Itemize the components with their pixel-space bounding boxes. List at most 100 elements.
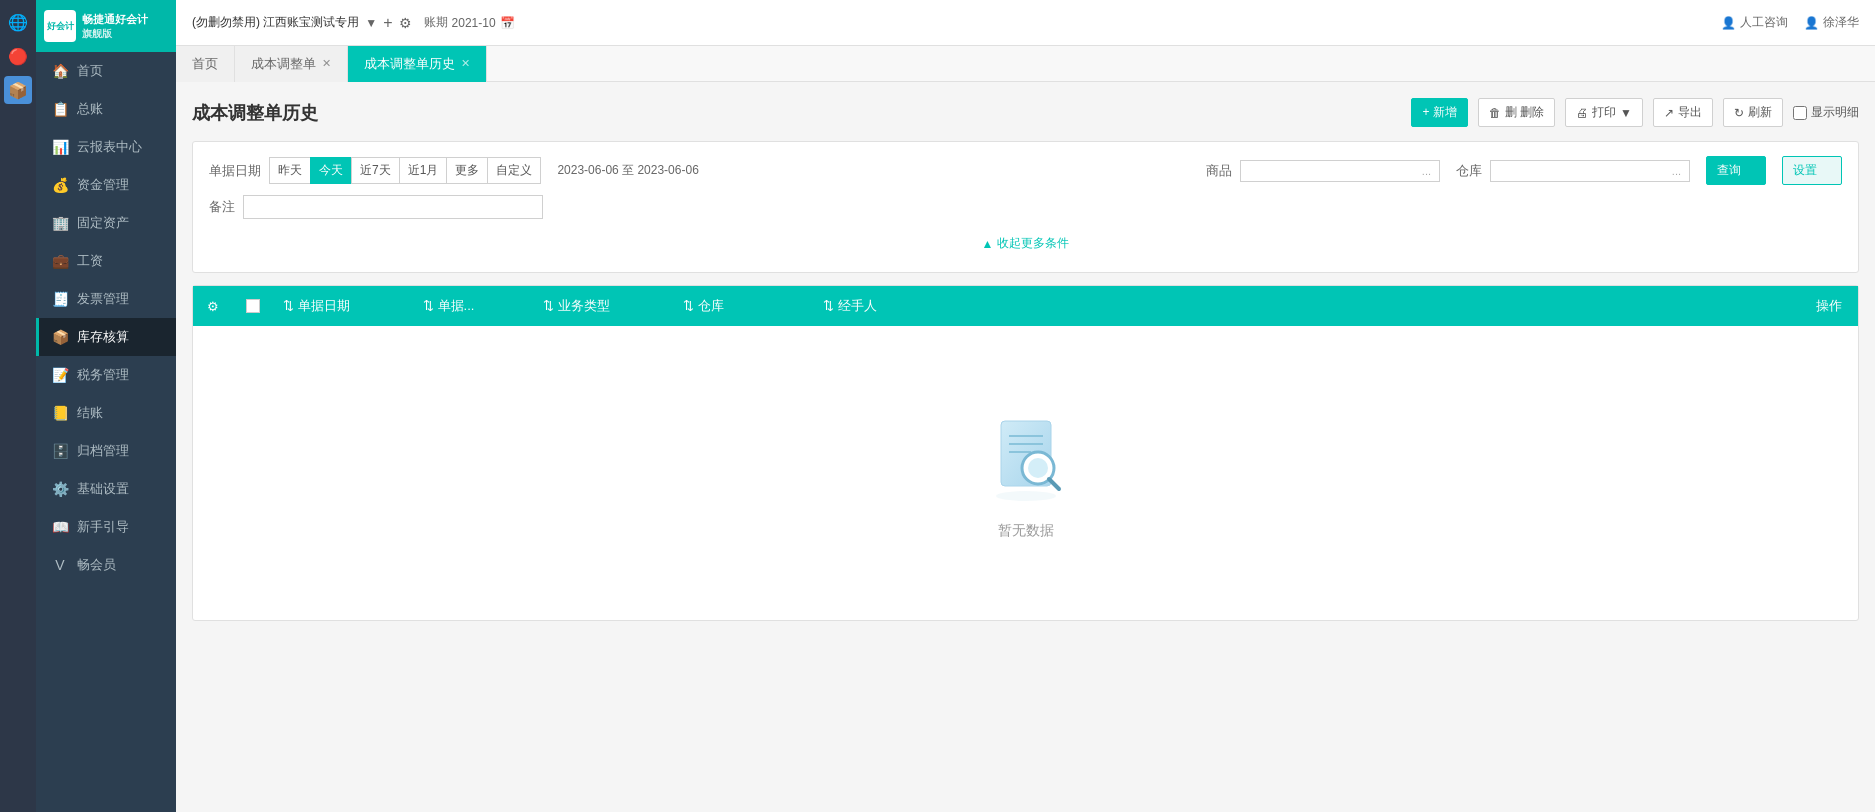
remark-input[interactable] bbox=[243, 195, 543, 219]
col-warehouse[interactable]: ⇅ 仓库 bbox=[673, 297, 813, 315]
select-all-checkbox[interactable] bbox=[246, 299, 260, 313]
sidebar-item-reports[interactable]: 📊云报表中心 bbox=[36, 128, 176, 166]
export-label: 导出 bbox=[1678, 104, 1702, 121]
icon-strip-red[interactable]: 🔴 bbox=[4, 42, 32, 70]
settings-icon[interactable]: ⚙ bbox=[399, 15, 412, 31]
sidebar-item-home[interactable]: 🏠首页 bbox=[36, 52, 176, 90]
sidebar-item-salary[interactable]: 💼工资 bbox=[36, 242, 176, 280]
filter-date: 单据日期 昨天今天近7天近1月更多自定义 bbox=[209, 157, 541, 184]
export-button[interactable]: ↗ 导出 bbox=[1653, 98, 1713, 127]
col-type[interactable]: ⇅ 业务类型 bbox=[533, 297, 673, 315]
nav-icon-guide: 📖 bbox=[51, 519, 69, 535]
col-handler[interactable]: ⇅ 经手人 bbox=[813, 297, 953, 315]
refresh-label: 刷新 bbox=[1748, 104, 1772, 121]
user-service[interactable]: 👤 人工咨询 bbox=[1721, 14, 1788, 31]
logo-icon: 好会计 bbox=[44, 10, 76, 42]
svg-point-0 bbox=[996, 491, 1056, 501]
nav-label-guide: 新手引导 bbox=[77, 518, 129, 536]
service-label: 人工咨询 bbox=[1740, 14, 1788, 31]
sidebar-item-funds[interactable]: 💰资金管理 bbox=[36, 166, 176, 204]
warehouse-select[interactable]: ... bbox=[1490, 160, 1690, 182]
calendar-icon[interactable]: 📅 bbox=[500, 16, 515, 30]
date-btn-4[interactable]: 更多 bbox=[446, 157, 487, 184]
delete-label: 删 删除 bbox=[1505, 104, 1544, 121]
sidebar-nav: 🏠首页📋总账📊云报表中心💰资金管理🏢固定资产💼工资 🧾 发票管理 📦库存核算📝税务管理… bbox=[36, 52, 176, 812]
nav-icon-salary: 💼 bbox=[51, 253, 69, 269]
product-more: ... bbox=[1422, 165, 1431, 177]
sidebar-item-inventory[interactable]: 📦库存核算 bbox=[36, 318, 176, 356]
icon-strip-active[interactable]: 📦 bbox=[4, 76, 32, 104]
refresh-icon: ↻ bbox=[1734, 106, 1744, 120]
sidebar-item-guide[interactable]: 📖 新手引导 bbox=[36, 508, 176, 546]
col-date[interactable]: ⇅ 单据日期 bbox=[273, 297, 413, 315]
date-btn-5[interactable]: 自定义 bbox=[487, 157, 541, 184]
col-no[interactable]: ⇅ 单据... bbox=[413, 297, 533, 315]
print-button[interactable]: 🖨 打印 ▼ bbox=[1565, 98, 1643, 127]
tab-label-cost-adjust: 成本调整单 bbox=[251, 55, 316, 73]
icon-strip-social[interactable]: 🌐 bbox=[4, 8, 32, 36]
add-icon[interactable]: + bbox=[383, 14, 392, 32]
nav-icon-closing: 📒 bbox=[51, 405, 69, 421]
refresh-button[interactable]: ↻ 刷新 bbox=[1723, 98, 1783, 127]
nav-label-vip: 畅会员 bbox=[77, 556, 116, 574]
date-btn-3[interactable]: 近1月 bbox=[399, 157, 447, 184]
empty-state: 暂无数据 bbox=[193, 326, 1858, 620]
nav-label-fixed: 固定资产 bbox=[77, 214, 129, 232]
sidebar-item-ledger[interactable]: 📋总账 bbox=[36, 90, 176, 128]
collapse-icon: ▲ bbox=[982, 237, 994, 251]
tab-home[interactable]: 首页 bbox=[176, 46, 235, 82]
table-settings-btn[interactable]: ⚙ bbox=[193, 286, 233, 326]
query-button[interactable]: 查询 bbox=[1706, 156, 1766, 185]
date-btn-1[interactable]: 今天 bbox=[310, 157, 351, 184]
sidebar-item-closing[interactable]: 📒结账 bbox=[36, 394, 176, 432]
collapse-label: 收起更多条件 bbox=[997, 235, 1069, 252]
period-info: 账期 2021-10 📅 bbox=[424, 14, 515, 31]
svg-point-7 bbox=[1028, 458, 1048, 478]
nav-icon-invoice: 🧾 bbox=[51, 291, 69, 307]
nav-label-invoice: 发票管理 bbox=[77, 290, 129, 308]
date-label: 单据日期 bbox=[209, 162, 261, 180]
filter-remark: 备注 bbox=[209, 195, 543, 219]
delete-button[interactable]: 🗑 删 删除 bbox=[1478, 98, 1555, 127]
tab-close-cost-adjust-history[interactable]: ✕ bbox=[461, 57, 470, 70]
sidebar-item-fixed[interactable]: 🏢固定资产 bbox=[36, 204, 176, 242]
date-btn-2[interactable]: 近7天 bbox=[351, 157, 399, 184]
nav-icon-vip: V bbox=[51, 557, 69, 573]
col-warehouse-label: ⇅ 仓库 bbox=[683, 297, 724, 315]
sidebar-item-settings[interactable]: ⚙️ 基础设置 bbox=[36, 470, 176, 508]
sidebar-item-tax[interactable]: 📝税务管理 bbox=[36, 356, 176, 394]
display-cols-checkbox[interactable] bbox=[1793, 106, 1807, 120]
export-icon: ↗ bbox=[1664, 106, 1674, 120]
remark-label: 备注 bbox=[209, 198, 235, 216]
page-actions: + 新增 🗑 删 删除 🖨 打印 ▼ ↗ 导出 ↻ bbox=[1411, 98, 1859, 127]
nav-icon-archive: 🗄️ bbox=[51, 443, 69, 459]
sidebar-item-archive[interactable]: 🗄️归档管理 bbox=[36, 432, 176, 470]
sidebar-item-invoice[interactable]: 🧾 发票管理 bbox=[36, 280, 176, 318]
new-button[interactable]: + 新增 bbox=[1411, 98, 1467, 127]
company-selector[interactable]: (勿删勿禁用) 江西账宝测试专用 ▼ + ⚙ bbox=[192, 14, 412, 32]
date-btn-0[interactable]: 昨天 bbox=[269, 157, 310, 184]
company-name: (勿删勿禁用) 江西账宝测试专用 bbox=[192, 14, 359, 31]
sidebar-item-vip[interactable]: V 畅会员 bbox=[36, 546, 176, 584]
nav-icon-settings: ⚙️ bbox=[51, 481, 69, 497]
filter-warehouse: 仓库 ... bbox=[1456, 160, 1690, 182]
user-info[interactable]: 👤 徐泽华 bbox=[1804, 14, 1859, 31]
nav-label-settings: 基础设置 bbox=[77, 480, 129, 498]
nav-label-tax: 税务管理 bbox=[77, 366, 129, 384]
collapse-btn[interactable]: ▲ 收起更多条件 bbox=[209, 229, 1842, 258]
tab-cost-adjust[interactable]: 成本调整单 ✕ bbox=[235, 46, 348, 82]
service-icon: 👤 bbox=[1721, 16, 1736, 30]
tab-cost-adjust-history[interactable]: 成本调整单历史✕ bbox=[348, 46, 487, 82]
filter-settings-button[interactable]: 设置 bbox=[1782, 156, 1842, 185]
filter-product: 商品 ... bbox=[1206, 160, 1440, 182]
filter-row-remark: 备注 bbox=[209, 195, 1842, 219]
product-label: 商品 bbox=[1206, 162, 1232, 180]
delete-icon: 🗑 bbox=[1489, 106, 1501, 120]
nav-label-reports: 云报表中心 bbox=[77, 138, 142, 156]
tab-close-cost-adjust[interactable]: ✕ bbox=[322, 57, 331, 70]
logo-text: 畅捷通好会计 旗舰版 bbox=[82, 12, 148, 39]
product-select[interactable]: ... bbox=[1240, 160, 1440, 182]
period-value: 2021-10 bbox=[452, 16, 496, 30]
dropdown-icon: ▼ bbox=[365, 16, 377, 30]
display-cols-toggle[interactable]: 显示明细 bbox=[1793, 104, 1859, 121]
